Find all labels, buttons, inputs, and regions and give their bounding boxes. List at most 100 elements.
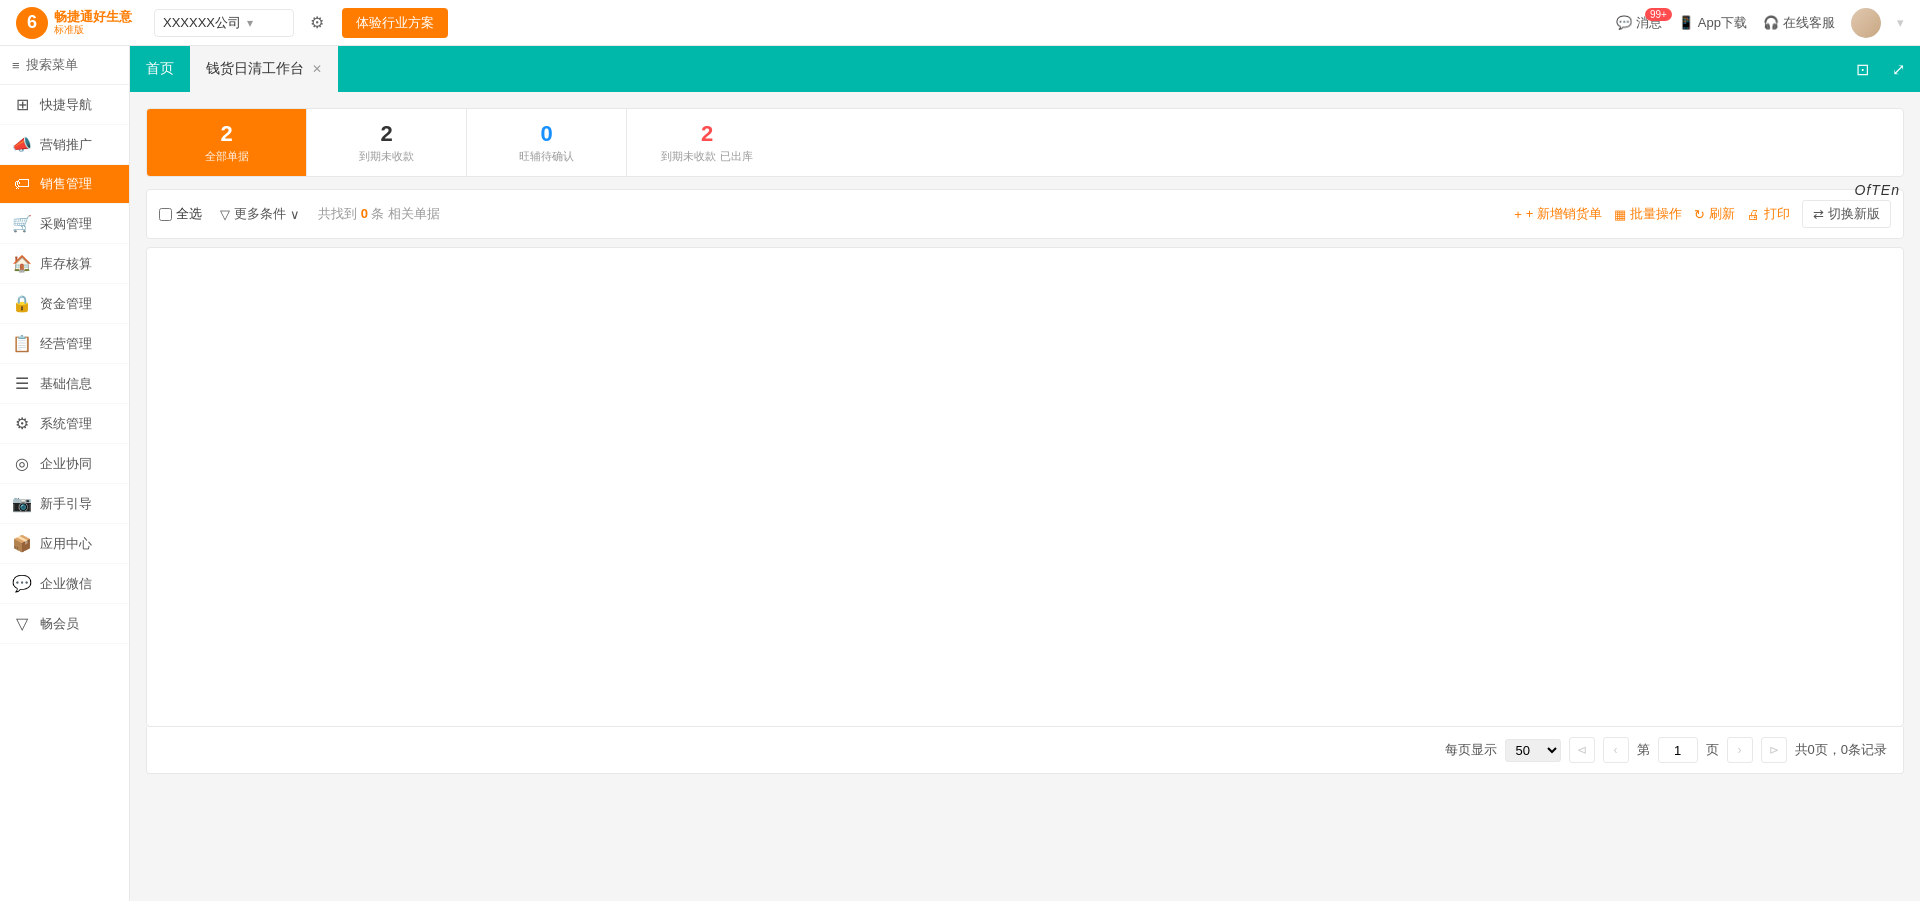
tab-restore-button[interactable]: ⊡ [1848,55,1876,83]
app-download-button[interactable]: 📱 App下载 [1678,14,1747,32]
purchase-icon: 🛒 [12,214,32,233]
prev-page-button[interactable]: ‹ [1603,737,1629,763]
system-icon: ⚙ [12,414,32,433]
stats-tabs: 2 全部单据 2 到期未收款 0 旺辅待确认 2 到期未收款 已出库 [146,108,1904,177]
overdue-uncollected-label: 到期未收款 [323,149,450,164]
sales-label: 销售管理 [40,175,92,193]
found-count: 0 [361,206,368,221]
stat-tab-all[interactable]: 2 全部单据 [147,109,307,176]
company-selector[interactable]: XXXXXX公司 ▾ [154,9,294,37]
wechat-label: 企业微信 [40,575,92,593]
tab-maximize-button[interactable]: ⤢ [1884,55,1912,83]
found-text: 共找到 0 条 相关单据 [318,205,440,223]
sidebar-item-operations[interactable]: 📋 经营管理 [0,324,129,364]
headset-icon: 🎧 [1763,15,1779,30]
operations-label: 经营管理 [40,335,92,353]
refresh-icon: ↻ [1694,207,1705,222]
sidebar-item-sales[interactable]: 🏷 销售管理 [0,165,129,204]
sidebar-item-quick-nav[interactable]: ⊞ 快捷导航 [0,85,129,125]
table-empty-state [147,248,1903,726]
user-chevron-icon: ▾ [1897,15,1904,30]
marketing-icon: 📣 [12,135,32,154]
sidebar-item-system[interactable]: ⚙ 系统管理 [0,404,129,444]
member-label: 畅会员 [40,615,79,633]
sidebar-item-wechat[interactable]: 💬 企业微信 [0,564,129,604]
select-all-label: 全选 [176,205,202,223]
message-button[interactable]: 💬 消息 99+ [1616,14,1662,32]
member-icon: ▽ [12,614,32,633]
sidebar-item-capital[interactable]: 🔒 资金管理 [0,284,129,324]
filter-icon: ▽ [220,207,230,222]
guide-icon: 📷 [12,494,32,513]
tabbar: 首页 钱货日清工作台 ✕ ⊡ ⤢ [130,46,1920,92]
experience-button[interactable]: 体验行业方案 [342,8,448,38]
batch-operation-button[interactable]: ▦ 批量操作 [1614,205,1682,223]
filter-button[interactable]: ▽ 更多条件 ∨ [212,201,308,227]
sidebar-item-inventory[interactable]: 🏠 库存核算 [0,244,129,284]
sidebar-item-enterprise[interactable]: ◎ 企业协同 [0,444,129,484]
sidebar-item-member[interactable]: ▽ 畅会员 [0,604,129,644]
capital-icon: 🔒 [12,294,32,313]
refresh-button[interactable]: ↻ 刷新 [1694,205,1735,223]
search-menu-button[interactable]: ≡ 搜索菜单 [0,46,129,85]
print-button[interactable]: 🖨 打印 [1747,205,1790,223]
sidebar-item-purchase[interactable]: 🛒 采购管理 [0,204,129,244]
often-label: OfTEn [1855,182,1900,198]
refresh-label: 刷新 [1709,205,1735,223]
user-avatar[interactable] [1851,8,1881,38]
online-service-button[interactable]: 🎧 在线客服 [1763,14,1835,32]
system-label: 系统管理 [40,415,92,433]
stat-tab-wangwang-confirm[interactable]: 0 旺辅待确认 [467,109,627,176]
topbar: 6 畅捷通好生意 标准版 XXXXXX公司 ▾ ⚙ 体验行业方案 💬 消息 99… [0,0,1920,46]
tab-home[interactable]: 首页 [130,46,190,92]
add-sales-order-button[interactable]: + + 新增销货单 [1514,205,1602,223]
topbar-right: 💬 消息 99+ 📱 App下载 🎧 在线客服 ▾ [1616,8,1904,38]
total-records-label: 共0页，0条记录 [1795,741,1887,759]
user-name-button[interactable]: ▾ [1897,15,1904,30]
sidebar-item-app-center[interactable]: 📦 应用中心 [0,524,129,564]
last-page-button[interactable]: ⊳ [1761,737,1787,763]
wangwang-confirm-label: 旺辅待确认 [483,149,610,164]
chevron-down-icon: ▾ [247,16,253,30]
tab-close-icon[interactable]: ✕ [312,62,322,76]
tab-cashflow[interactable]: 钱货日清工作台 ✕ [190,46,338,92]
print-label: 打印 [1764,205,1790,223]
add-label: + 新增销货单 [1526,205,1602,223]
sidebar-item-guide[interactable]: 📷 新手引导 [0,484,129,524]
search-menu-label: 搜索菜单 [26,56,78,74]
settings-button[interactable]: ⚙ [302,8,332,38]
wangwang-confirm-number: 0 [483,121,610,147]
cashflow-tab-label: 钱货日清工作台 [206,60,304,78]
app-download-label: App下载 [1698,14,1747,32]
inventory-label: 库存核算 [40,255,92,273]
logo: 6 畅捷通好生意 标准版 [16,7,146,39]
logo-icon: 6 [16,7,48,39]
capital-label: 资金管理 [40,295,92,313]
online-service-label: 在线客服 [1783,14,1835,32]
filter-chevron-icon: ∨ [290,207,300,222]
page-prefix-label: 第 [1637,741,1650,759]
first-page-button[interactable]: ⊲ [1569,737,1595,763]
sidebar-item-marketing[interactable]: 📣 营销推广 [0,125,129,165]
select-all-input[interactable] [159,208,172,221]
stat-tab-overdue-uncollected[interactable]: 2 到期未收款 [307,109,467,176]
page-number-input[interactable] [1658,737,1698,763]
overdue-unshipped-label: 到期未收款 已出库 [643,149,771,164]
switch-version-button[interactable]: ⇄ 切换新版 [1802,200,1891,228]
select-all-checkbox[interactable]: 全选 [159,205,202,223]
stat-tab-overdue-unshipped[interactable]: 2 到期未收款 已出库 [627,109,787,176]
per-page-label: 每页显示 [1445,741,1497,759]
print-icon: 🖨 [1747,207,1760,222]
sidebar-item-basic-info[interactable]: ☰ 基础信息 [0,364,129,404]
avatar-image [1851,8,1881,38]
page-unit-label: 页 [1706,741,1719,759]
overdue-uncollected-number: 2 [323,121,450,147]
inventory-icon: 🏠 [12,254,32,273]
next-page-button[interactable]: › [1727,737,1753,763]
switch-icon: ⇄ [1813,207,1824,222]
per-page-select[interactable]: 50 10 20 100 [1505,739,1561,762]
sales-icon: 🏷 [12,175,32,193]
enterprise-icon: ◎ [12,454,32,473]
app-download-icon: 📱 [1678,15,1694,30]
search-icon: ≡ [12,58,20,73]
